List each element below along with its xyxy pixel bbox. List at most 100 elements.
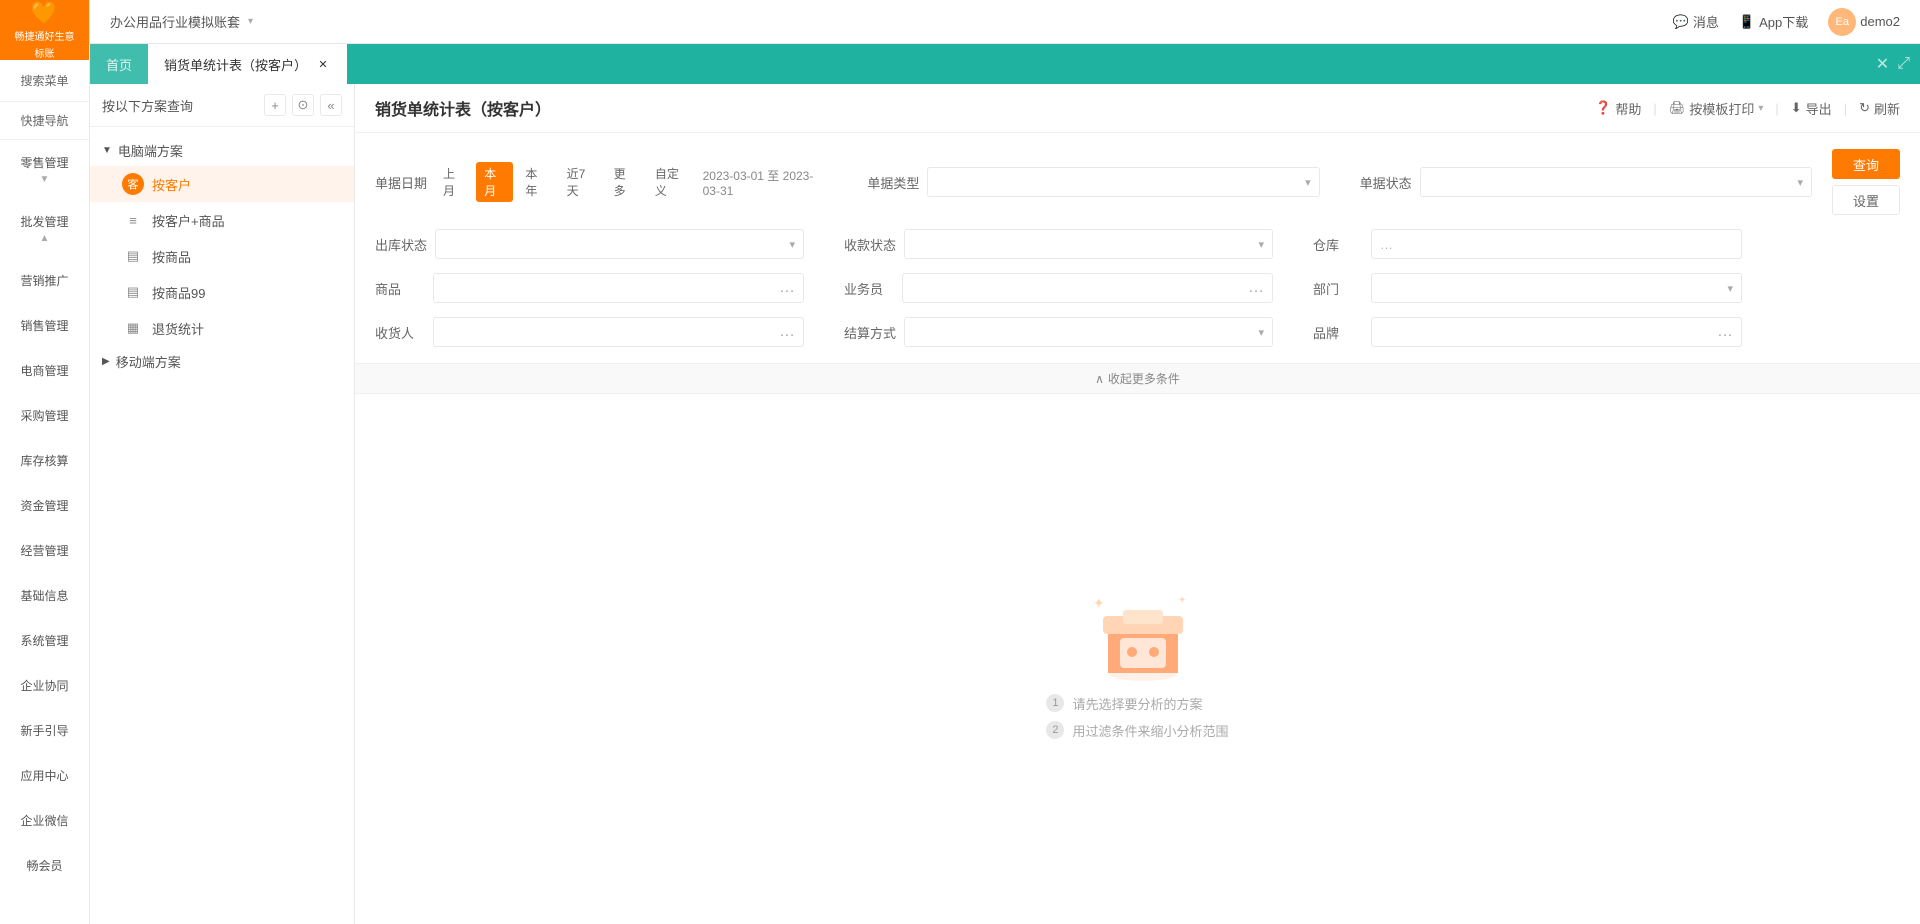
sidebar-item-appcenter[interactable]: 应用中心 [0, 753, 89, 798]
sidebar-item-search-menu[interactable]: 搜索菜单 [0, 60, 89, 102]
tree-item-by-product[interactable]: ▤ 按商品 [90, 238, 354, 274]
export-btn[interactable]: ⬇ 导出 [1791, 99, 1832, 118]
appcenter-label: 应用中心 [20, 767, 68, 784]
tree-item-by-customer[interactable]: 客 按客户 [90, 166, 354, 202]
date-btn-last-month[interactable]: 上月 [435, 162, 472, 202]
tree-item-by-product-99[interactable]: ▤ 按商品99 [90, 274, 354, 310]
tree-item-return-stats[interactable]: ▦ 退货统计 [90, 310, 354, 346]
by-product-99-label: 按商品99 [152, 283, 205, 302]
collapse-bar[interactable]: ∧ 收起更多条件 [355, 364, 1920, 394]
product-select[interactable]: … [433, 273, 804, 303]
app-download-btn[interactable]: 📱 App下载 [1739, 12, 1808, 31]
svg-text:✦: ✦ [1178, 595, 1186, 606]
receipt-status-select[interactable]: ▾ [904, 229, 1273, 259]
industry-dropdown-arrow[interactable]: ▾ [248, 16, 253, 27]
sidebar-item-inventory[interactable]: 库存核算 [0, 438, 89, 483]
add-scheme-btn[interactable]: + [264, 94, 286, 116]
payment-select[interactable]: ▾ [904, 317, 1273, 347]
inventory-label: 库存核算 [20, 452, 68, 469]
sidebar-item-finance[interactable]: 资金管理 [0, 483, 89, 528]
sales-label: 销售管理 [20, 317, 68, 334]
print-btn[interactable]: 🖨 按模板打印 ▾ [1669, 99, 1764, 118]
product-label: 商品 [375, 279, 425, 298]
tree-item-by-customer-product[interactable]: ≡ 按客户+商品 [90, 202, 354, 238]
date-btn-this-year[interactable]: 本年 [517, 162, 554, 202]
date-btn-7days[interactable]: 近7天 [559, 162, 602, 202]
sidebar-item-sales[interactable]: 销售管理 [0, 303, 89, 348]
order-status-label: 单据状态 [1360, 173, 1412, 192]
order-type-select[interactable]: ▾ [927, 167, 1319, 197]
refresh-icon: ↻ [1859, 100, 1870, 116]
sidebar-item-purchase[interactable]: 采购管理 [0, 393, 89, 438]
date-btn-more[interactable]: 更多 [606, 162, 643, 202]
help-btn[interactable]: ❓ 帮助 [1595, 99, 1641, 118]
sidebar-item-marketing[interactable]: 营销推广 [0, 258, 89, 303]
consignee-select[interactable]: … [433, 317, 804, 347]
empty-tips: 1 请先选择要分析的方案 2 用过滤条件来缩小分析范围 [1046, 694, 1228, 740]
sidebar-item-operations[interactable]: 经营管理 [0, 528, 89, 573]
left-panel: 按以下方案查询 + ⊙ « ▼ 电脑端方案 客 按客户 [90, 84, 355, 924]
tab-home[interactable]: 首页 [90, 44, 148, 84]
mobile-arrow-icon: ▶ [102, 356, 110, 367]
tree-parent-desktop[interactable]: ▼ 电脑端方案 [90, 135, 354, 166]
brand-select[interactable]: … [1371, 317, 1742, 347]
sidebar-item-ecommerce[interactable]: 电商管理 [0, 348, 89, 393]
sidebar-item-basic[interactable]: 基础信息 [0, 573, 89, 618]
window-maximize-icon[interactable]: ⤢ [1897, 55, 1910, 73]
left-panel-title: 按以下方案查询 [102, 96, 193, 115]
collapse-panel-btn[interactable]: « [320, 94, 342, 116]
print-icon: 🖨 [1669, 100, 1686, 116]
department-label: 部门 [1313, 279, 1363, 298]
sidebar-item-enterprise[interactable]: 企业协同 [0, 663, 89, 708]
sidebar-item-newuser[interactable]: 新手引导 [0, 708, 89, 753]
date-btn-this-month[interactable]: 本月 [476, 162, 513, 202]
order-type-arrow: ▾ [1305, 176, 1311, 189]
avatar: Ea [1828, 8, 1856, 36]
consignee-label: 收货人 [375, 323, 425, 342]
right-panel: 销货单统计表（按客户） ❓ 帮助 | 🖨 按模板打印 ▾ | ⬇ [355, 84, 1920, 924]
filter-area: 单据日期 上月 本月 本年 近7天 更多 自定义 2023-03-01 至 20… [355, 133, 1920, 364]
system-label: 系统管理 [20, 632, 68, 649]
collapse-icon: ∧ [1095, 372, 1104, 386]
empty-illustration: ✦ ✦ [1088, 578, 1188, 678]
salesperson-label: 业务员 [844, 279, 894, 298]
out-status-arrow: ▾ [789, 238, 795, 251]
sidebar-item-wechat[interactable]: 企业微信 [0, 798, 89, 843]
app-download-icon: 📱 [1739, 14, 1755, 30]
logo[interactable]: 🧡 畅捷通好生意 标账 [0, 0, 90, 60]
mobile-label: 移动端方案 [116, 352, 181, 371]
department-select[interactable]: ▾ [1371, 273, 1742, 303]
query-btn[interactable]: 查询 [1832, 149, 1900, 179]
order-status-select[interactable]: ▾ [1420, 167, 1812, 197]
settings-btn[interactable]: 设置 [1832, 185, 1900, 215]
tree-parent-mobile[interactable]: ▶ 移动端方案 [90, 346, 354, 377]
tab-close-btn[interactable]: ✕ [315, 56, 331, 72]
warehouse-select[interactable]: … [1371, 229, 1742, 259]
purchase-label: 采购管理 [20, 407, 68, 424]
by-product-99-icon: ▤ [122, 281, 144, 303]
date-filter-item: 单据日期 上月 本月 本年 近7天 更多 自定义 2023-03-01 至 20… [375, 162, 827, 202]
edit-scheme-btn[interactable]: ⊙ [292, 94, 314, 116]
retail-arrow: ▼ [40, 174, 50, 185]
sidebar-item-wholesale[interactable]: 批发管理 ▲ [0, 199, 89, 258]
message-btn[interactable]: 💬 消息 [1673, 12, 1719, 31]
by-product-label: 按商品 [152, 247, 191, 266]
out-status-select[interactable]: ▾ [435, 229, 804, 259]
sidebar-item-retail[interactable]: 零售管理 ▼ [0, 140, 89, 199]
wholesale-arrow: ▲ [40, 233, 50, 244]
window-close-icon[interactable]: ✕ [1876, 54, 1889, 74]
salesperson-select[interactable]: … [902, 273, 1273, 303]
industry-name[interactable]: 办公用品行业模拟账套 [110, 12, 240, 31]
refresh-btn[interactable]: ↻ 刷新 [1859, 99, 1900, 118]
receipt-status-label: 收款状态 [844, 235, 896, 254]
sidebar-item-system[interactable]: 系统管理 [0, 618, 89, 663]
empty-svg: ✦ ✦ [1088, 578, 1198, 688]
tip-1-text: 请先选择要分析的方案 [1072, 694, 1202, 713]
sidebar-item-quick-nav[interactable]: 快捷导航 [0, 102, 89, 140]
print-label: 按模板打印 [1689, 99, 1754, 118]
user-menu[interactable]: Ea demo2 [1828, 8, 1900, 36]
date-btn-custom[interactable]: 自定义 [647, 162, 695, 202]
sidebar-item-member[interactable]: 畅会员 [0, 843, 89, 888]
tab-sales-stat[interactable]: 销货单统计表（按客户） ✕ [148, 44, 347, 84]
by-customer-product-label: 按客户+商品 [152, 211, 225, 230]
